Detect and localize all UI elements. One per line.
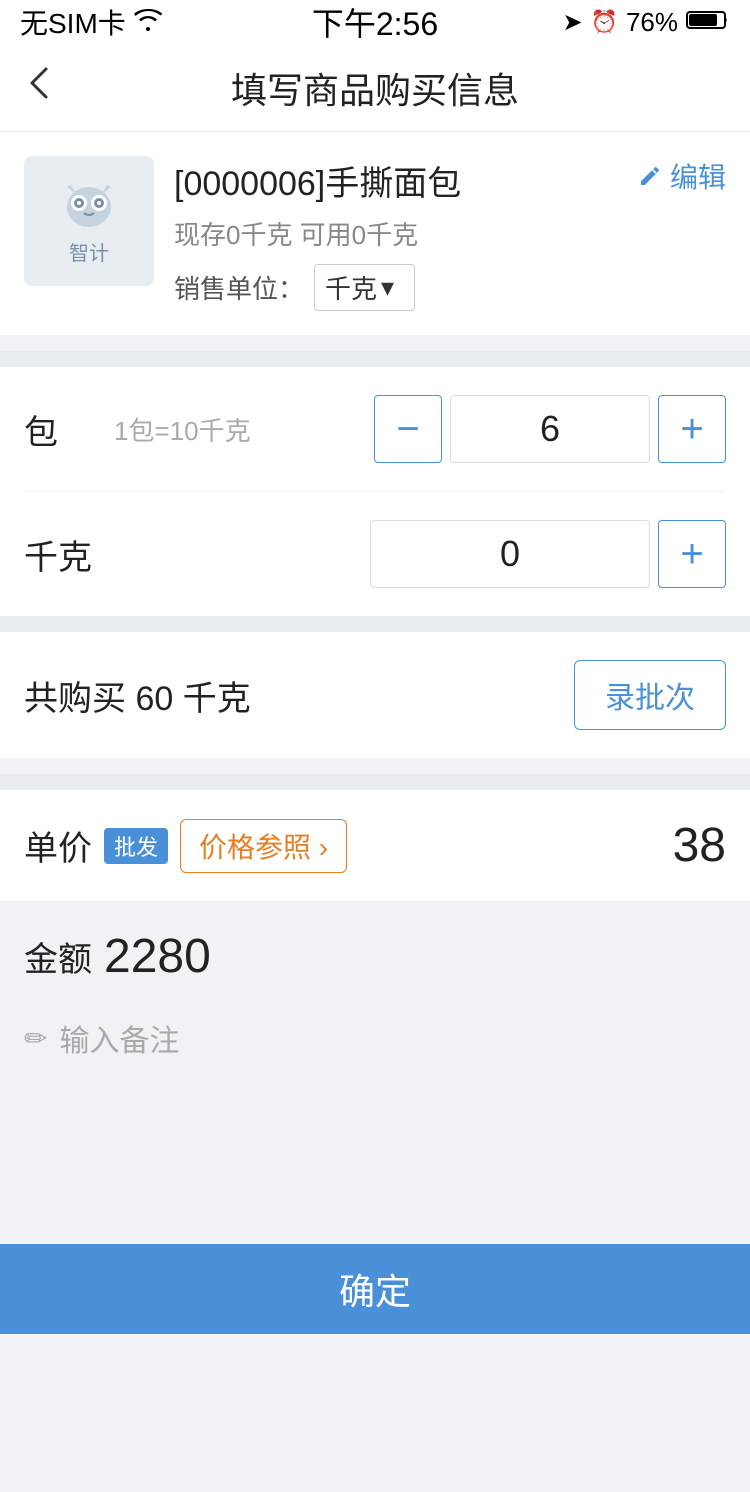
status-carrier: 无SIM卡 [20, 2, 162, 42]
product-image: 智计 [24, 156, 154, 286]
amount-row: 金额 2280 [24, 929, 726, 984]
pencil-icon: ✏ [24, 1022, 47, 1055]
input-section: 包 1包=10千克 − + 千克 + [0, 367, 750, 616]
battery-text: 76% [626, 7, 678, 38]
status-icons: ➤ ⏰ 76% [562, 7, 730, 38]
remark-row[interactable]: ✏ 输入备注 [24, 1000, 726, 1076]
product-unit-row: 销售单位： 千克 ▾ [174, 264, 726, 311]
product-logo: 智计 [57, 177, 121, 266]
location-icon: ➤ [562, 8, 582, 37]
unit-label: 销售单位： [174, 269, 304, 306]
status-time: 下午2:56 [312, 0, 438, 45]
amount-label: 金额 [24, 932, 92, 981]
back-button[interactable] [24, 61, 52, 115]
pack-plus-button[interactable]: + [658, 395, 726, 463]
pack-sublabel: 1包=10千克 [114, 411, 251, 448]
price-value: 38 [673, 818, 726, 873]
separator-3 [0, 774, 750, 790]
separator-2 [0, 616, 750, 632]
pack-input-control: − + [374, 395, 726, 463]
amount-section: 金额 2280 ✏ 输入备注 [0, 901, 750, 1092]
price-section: 单价 批发 价格参照 › 38 [0, 790, 750, 901]
kg-quantity-input[interactable] [370, 520, 650, 588]
kg-input-control: + [370, 520, 726, 588]
price-ref-button[interactable]: 价格参照 › [180, 819, 347, 873]
summary-text: 共购买 60 千克 [24, 671, 251, 720]
product-stock: 现存0千克 可用0千克 [174, 215, 726, 252]
product-name: [0000006]手撕面包 [174, 156, 622, 205]
product-info: [0000006]手撕面包 编辑 现存0千克 可用0千克 销售单位： 千克 ▾ [174, 156, 726, 311]
unit-value: 千克 [325, 269, 377, 306]
pack-quantity-input[interactable] [450, 395, 650, 463]
unit-dropdown-icon: ▾ [381, 272, 394, 303]
edit-label: 编辑 [670, 156, 726, 196]
product-section: 智计 [0000006]手撕面包 编辑 现存0千克 可用0千克 销售单位： 千克… [0, 132, 750, 335]
amount-value: 2280 [104, 929, 211, 984]
record-batch-button[interactable]: 录批次 [574, 660, 726, 730]
edit-button[interactable]: 编辑 [638, 156, 726, 196]
price-label: 单价 [24, 821, 92, 870]
pack-minus-button[interactable]: − [374, 395, 442, 463]
status-bar: 无SIM卡 下午2:56 ➤ ⏰ 76% [0, 0, 750, 44]
battery-icon [686, 7, 730, 38]
price-label-row: 单价 批发 价格参照 › [24, 819, 347, 873]
kg-plus-button[interactable]: + [658, 520, 726, 588]
summary-section: 共购买 60 千克 录批次 [0, 632, 750, 758]
alarm-icon: ⏰ [591, 9, 618, 35]
carrier-text: 无SIM卡 [20, 2, 126, 42]
separator-1 [0, 351, 750, 367]
kg-input-row: 千克 + [24, 492, 726, 616]
pack-input-row: 包 1包=10千克 − + [24, 367, 726, 492]
page-title: 填写商品购买信息 [231, 62, 519, 114]
nav-bar: 填写商品购买信息 [0, 44, 750, 132]
batch-badge: 批发 [104, 828, 168, 864]
remark-placeholder: 输入备注 [59, 1016, 179, 1060]
pack-label: 包 [24, 405, 104, 454]
wifi-icon [134, 6, 162, 38]
kg-label: 千克 [24, 530, 104, 579]
unit-select[interactable]: 千克 ▾ [314, 264, 415, 311]
confirm-button[interactable]: 确定 [0, 1244, 750, 1334]
